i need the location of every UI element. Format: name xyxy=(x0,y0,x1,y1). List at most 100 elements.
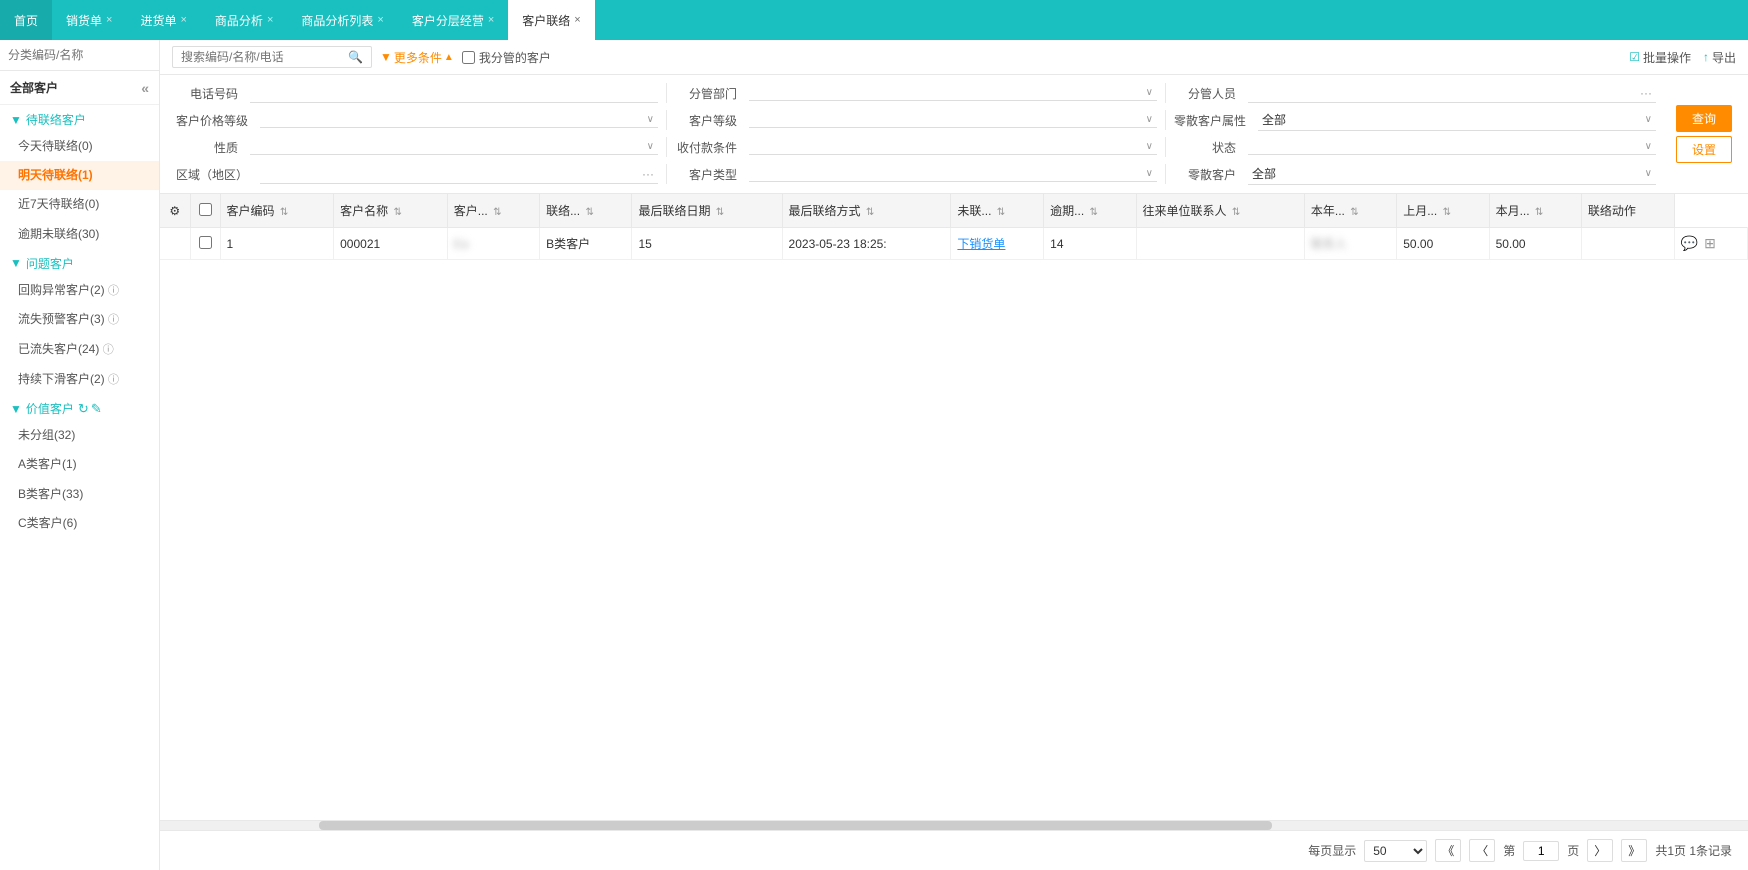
filter-manager-select[interactable]: ··· xyxy=(1248,84,1656,103)
sidebar-item-7days[interactable]: 近7天待联络(0) xyxy=(0,190,159,219)
close-customer-tier-tab[interactable]: × xyxy=(488,14,494,26)
close-goods-analysis-list-tab[interactable]: × xyxy=(377,14,383,26)
nav-goods-analysis-list[interactable]: 商品分析列表 × xyxy=(287,0,397,40)
sidebar-all-customers[interactable]: 全部客户 « xyxy=(0,71,159,105)
arrow-pending-icon: ▼ xyxy=(10,113,22,127)
more-conditions-btn[interactable]: ▼ 更多条件 ▲ xyxy=(380,49,454,66)
my-customers-check[interactable] xyxy=(462,51,475,64)
scrollbar-thumb[interactable] xyxy=(319,821,1272,830)
customer-table: ⚙ 客户编码 ⇅ 客户名称 ⇅ xyxy=(160,194,1748,260)
select-all-checkbox[interactable] xyxy=(199,203,212,216)
row-select-checkbox[interactable] xyxy=(199,236,212,249)
filter-nature-select[interactable]: ∨ xyxy=(250,139,658,155)
prev-page-btn[interactable]: 〈 xyxy=(1469,839,1495,862)
filter-dept: 分管部门 ∨ xyxy=(675,85,1157,102)
sort-uncontact-icon[interactable]: ⇅ xyxy=(997,207,1005,218)
sidebar-item-overdue[interactable]: 逾期未联络(30) xyxy=(0,220,159,249)
settings-button[interactable]: 设置 xyxy=(1676,136,1732,163)
filter-retail-attr-select[interactable]: 全部∨ xyxy=(1258,109,1656,131)
sort-overdue-icon[interactable]: ⇅ xyxy=(1090,207,1098,218)
nav-home[interactable]: 首页 xyxy=(0,0,52,40)
sort-last-month-icon[interactable]: ⇅ xyxy=(1443,207,1451,218)
filter-payment: 收付款条件 ∨ xyxy=(675,139,1157,156)
horizontal-scrollbar[interactable] xyxy=(160,820,1748,830)
filter-customer-type-select[interactable]: ∨ xyxy=(749,166,1157,182)
close-goods-analysis-tab[interactable]: × xyxy=(267,14,273,26)
main-search-icon[interactable]: 🔍 xyxy=(348,50,363,64)
main-search-input[interactable] xyxy=(181,50,348,64)
col-unit-contact: 往来单位联系人 ⇅ xyxy=(1136,194,1304,228)
sidebar-item-churn-warning[interactable]: 流失预警客户(3) ⓘ xyxy=(0,305,159,335)
row-gear xyxy=(160,228,190,260)
close-sales-tab[interactable]: × xyxy=(106,14,112,26)
collapse-sidebar-icon[interactable]: « xyxy=(141,80,149,96)
query-button[interactable]: 查询 xyxy=(1676,105,1732,132)
filter-status: 状态 ∨ xyxy=(1174,139,1656,156)
sort-this-month-icon[interactable]: ⇅ xyxy=(1535,207,1543,218)
sort-category-icon[interactable]: ⇅ xyxy=(493,207,501,218)
pagination-bar: 每页显示 50 10 20 100 《 〈 第 页 〉 》 共1页 1条记录 xyxy=(160,830,1748,870)
row-category: B类客户 xyxy=(540,228,632,260)
batch-op-btn[interactable]: ☑ 批量操作 xyxy=(1629,49,1691,66)
sidebar-item-repurchase-anomaly[interactable]: 回购异常客户(2) ⓘ xyxy=(0,276,159,306)
last-page-btn[interactable]: 》 xyxy=(1621,839,1647,862)
sort-name-icon[interactable]: ⇅ xyxy=(393,207,401,218)
sort-code-icon[interactable]: ⇅ xyxy=(280,207,288,218)
filter-phone: 电话号码 xyxy=(176,84,658,103)
filter-status-select[interactable]: ∨ xyxy=(1248,139,1656,155)
sort-last-type-icon[interactable]: ⇅ xyxy=(866,207,874,218)
close-customer-contact-tab[interactable]: × xyxy=(574,14,580,26)
search-box: 🔍 xyxy=(172,46,372,68)
sidebar-item-declining[interactable]: 持续下滑客户(2) ⓘ xyxy=(0,365,159,395)
sidebar-item-ungrouped[interactable]: 未分组(32) xyxy=(0,421,159,450)
sort-last-date-icon[interactable]: ⇅ xyxy=(716,207,724,218)
table-row: 1 000021 Ea B类客户 15 2023-05-23 18:25: 下销… xyxy=(160,228,1748,260)
nav-customer-tier[interactable]: 客户分层经营 × xyxy=(398,0,508,40)
sidebar-item-a-class[interactable]: A类客户(1) xyxy=(0,450,159,479)
page-input[interactable] xyxy=(1523,841,1559,861)
filter-row-4: 区域（地区） ··· 客户类型 ∨ xyxy=(176,163,1656,185)
per-page-select[interactable]: 50 10 20 100 xyxy=(1364,840,1427,862)
my-customers-checkbox[interactable]: 我分管的客户 xyxy=(462,49,551,66)
sort-contact-count-icon[interactable]: ⇅ xyxy=(585,207,593,218)
first-page-btn[interactable]: 《 xyxy=(1435,839,1461,862)
sidebar-item-today[interactable]: 今天待联络(0) xyxy=(0,132,159,161)
filter-row-1: 电话号码 分管部门 ∨ 分管人员 xyxy=(176,83,1656,103)
next-page-btn[interactable]: 〉 xyxy=(1587,839,1613,862)
comment-icon[interactable]: 💬 xyxy=(1681,235,1698,252)
sidebar-item-churned[interactable]: 已流失客户(24) ⓘ xyxy=(0,335,159,365)
sidebar-section-problem[interactable]: ▼ 问题客户 xyxy=(0,249,159,276)
col-this-month: 本月... ⇅ xyxy=(1489,194,1581,228)
sort-unit-contact-icon[interactable]: ⇅ xyxy=(1232,207,1240,218)
sidebar-section-pending[interactable]: ▼ 待联络客户 xyxy=(0,105,159,132)
arrow-value-icon: ▼ xyxy=(10,402,22,416)
col-action: 联络动作 xyxy=(1581,194,1674,228)
grid-icon[interactable]: ⊞ xyxy=(1704,235,1716,252)
filter-customer-level-select[interactable]: ∨ xyxy=(749,112,1157,128)
sidebar-item-tomorrow[interactable]: 明天待联络(1) xyxy=(0,161,159,190)
nav-purchase[interactable]: 进货单 × xyxy=(126,0,200,40)
filter-region-select[interactable]: ··· xyxy=(260,165,658,184)
sort-this-year-icon[interactable]: ⇅ xyxy=(1350,207,1358,218)
nav-sales[interactable]: 销货单 × xyxy=(52,0,126,40)
sidebar-item-b-class[interactable]: B类客户(33) xyxy=(0,480,159,509)
col-last-contact-type: 最后联络方式 ⇅ xyxy=(782,194,951,228)
col-gear: ⚙ xyxy=(160,194,190,228)
sidebar-item-c-class[interactable]: C类客户(6) xyxy=(0,509,159,538)
filter-nature: 性质 ∨ xyxy=(176,139,658,156)
filter-price-level-select[interactable]: ∨ xyxy=(260,112,658,128)
sidebar-section-value[interactable]: ▼ 价值客户 ↻ ✎ xyxy=(0,394,159,421)
row-last-contact-date: 2023-05-23 18:25: xyxy=(782,228,951,260)
filter-phone-input[interactable] xyxy=(250,84,658,103)
export-btn[interactable]: ↑ 导出 xyxy=(1703,49,1736,66)
filter-retail-select[interactable]: 全部∨ xyxy=(1248,163,1656,185)
nav-customer-contact[interactable]: 客户联络 × xyxy=(508,0,594,40)
nav-goods-analysis[interactable]: 商品分析 × xyxy=(201,0,287,40)
filter-payment-select[interactable]: ∨ xyxy=(749,139,1157,155)
row-num: 1 xyxy=(220,228,334,260)
close-purchase-tab[interactable]: × xyxy=(180,14,186,26)
gear-icon[interactable]: ⚙ xyxy=(169,204,180,218)
filter-retail: 零散客户 全部∨ xyxy=(1174,163,1656,185)
filter-dept-select[interactable]: ∨ xyxy=(749,85,1157,101)
sidebar-search-input[interactable] xyxy=(8,48,160,62)
